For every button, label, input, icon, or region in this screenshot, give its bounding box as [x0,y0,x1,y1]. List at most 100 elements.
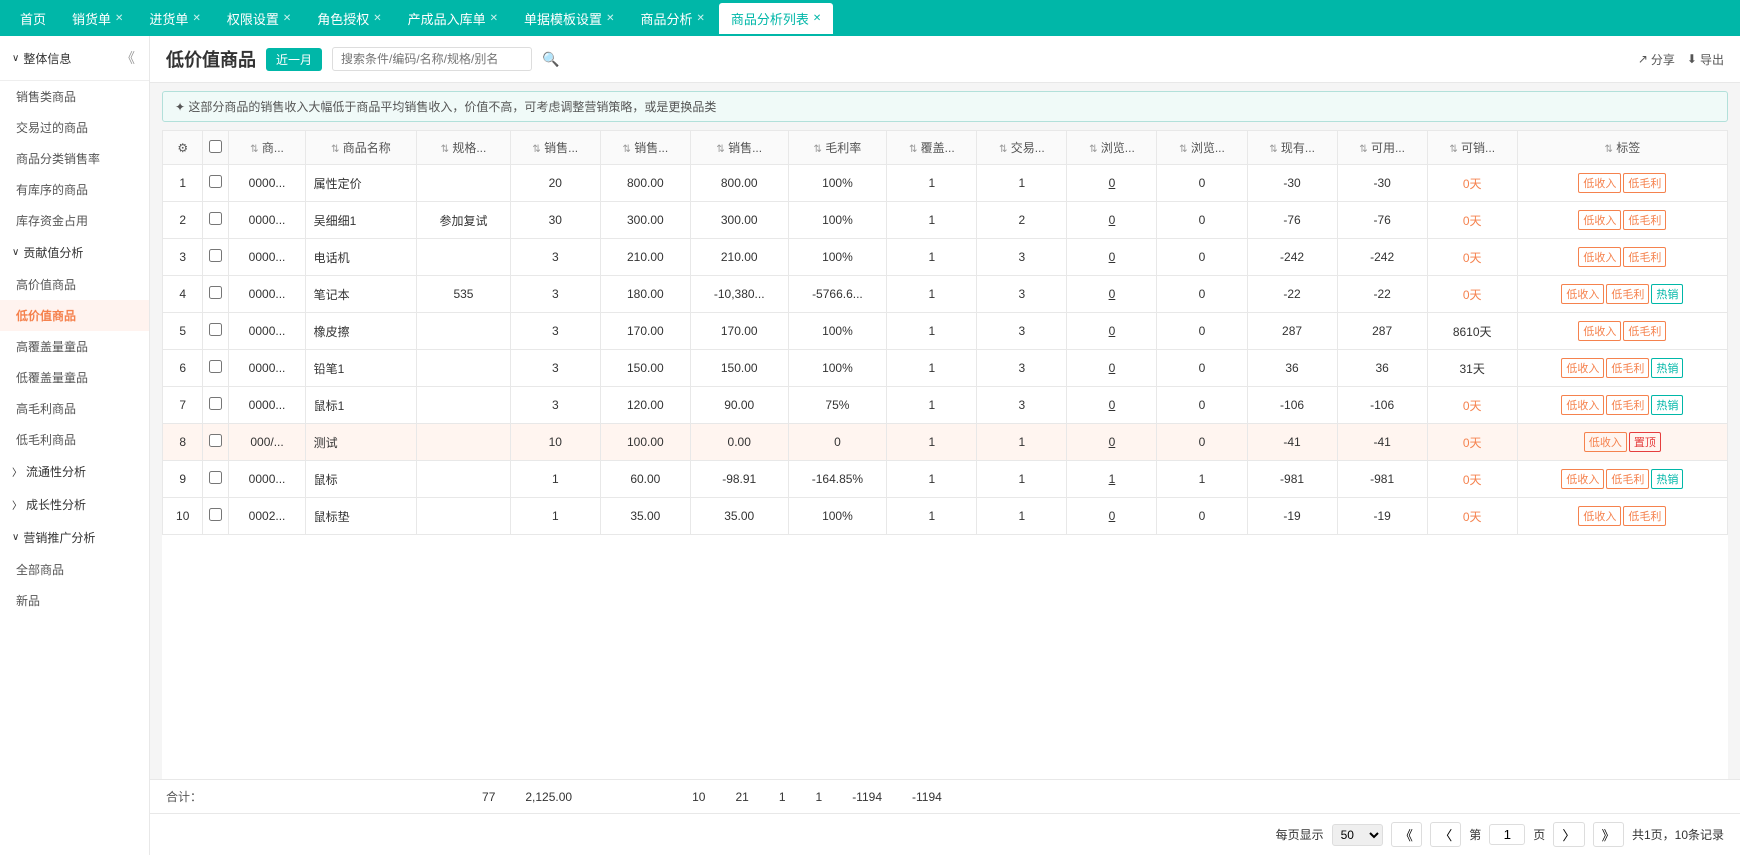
row-checkbox[interactable] [209,212,222,225]
product-name[interactable]: 笔记本 [305,276,417,313]
close-icon[interactable]: ✕ [373,13,381,24]
product-name[interactable]: 测试 [305,424,417,461]
views1[interactable]: 0 [1067,424,1157,461]
sidebar-section-contribution[interactable]: ∨ 贡献值分析 [0,236,149,269]
sidebar-item-high-coverage[interactable]: 高覆盖量童品 [0,331,149,362]
row-checkbox[interactable] [209,323,222,336]
sidebar-item-low-margin[interactable]: 低毛利商品 [0,424,149,455]
views-link[interactable]: 0 [1109,361,1116,375]
sidebar-item-all-products[interactable]: 全部商品 [0,554,149,585]
collapse-icon[interactable]: 《 [115,42,141,74]
nav-role-auth[interactable]: 角色授权 ✕ [305,3,393,34]
sales-amount-column-header[interactable]: ⇅ 销售... [600,131,690,165]
product-name[interactable]: 铅笔1 [305,350,417,387]
page-size-select[interactable]: 50 100 200 [1332,824,1383,846]
product-name[interactable]: 属性定价 [305,165,417,202]
product-name[interactable]: 鼠标1 [305,387,417,424]
next-page-button[interactable]: 〉 [1553,822,1584,847]
views1[interactable]: 1 [1067,461,1157,498]
sidebar-section-circulation[interactable]: 〉 流通性分析 [0,455,149,488]
row-checkbox-cell[interactable] [203,424,229,461]
sidebar-section-overall[interactable]: ∨ 整体信息 [12,50,71,67]
row-checkbox-cell[interactable] [203,202,229,239]
nav-template-settings[interactable]: 单据模板设置 ✕ [512,3,626,34]
views1[interactable]: 0 [1067,387,1157,424]
row-checkbox[interactable] [209,397,222,410]
row-checkbox[interactable] [209,360,222,373]
row-checkbox[interactable] [209,175,222,188]
product-name[interactable]: 橡皮擦 [305,313,417,350]
views1[interactable]: 0 [1067,313,1157,350]
sidebar-item-high-margin[interactable]: 高毛利商品 [0,393,149,424]
views1[interactable]: 0 [1067,498,1157,535]
row-checkbox[interactable] [209,249,222,262]
export-button[interactable]: ⬇ 导出 [1687,51,1724,68]
select-all-checkbox[interactable] [209,140,222,153]
row-checkbox-cell[interactable] [203,239,229,276]
views1[interactable]: 0 [1067,350,1157,387]
available-column-header[interactable]: ⇅ 可用... [1337,131,1427,165]
nav-permission-settings[interactable]: 权限设置 ✕ [215,3,303,34]
nav-product-analysis[interactable]: 商品分析 ✕ [628,3,716,34]
views-link[interactable]: 1 [1109,472,1116,486]
search-icon[interactable]: 🔍 [542,51,559,68]
sidebar-item-high-value[interactable]: 高价值商品 [0,269,149,300]
data-table-container[interactable]: ⚙ ⇅ 商... ⇅ 商品名称 ⇅ 规格... ⇅ 销售... ⇅ 销售... … [162,130,1728,779]
close-icon[interactable]: ✕ [283,13,291,24]
row-checkbox-cell[interactable] [203,165,229,202]
sidebar-item-sales-products[interactable]: 销售类商品 [0,81,149,112]
sales-cost-column-header[interactable]: ⇅ 销售... [690,131,788,165]
row-checkbox-cell[interactable] [203,461,229,498]
views-link[interactable]: 0 [1109,398,1116,412]
close-icon[interactable]: ✕ [490,13,498,24]
views-link[interactable]: 0 [1109,287,1116,301]
sidebar-item-new-products[interactable]: 新品 [0,585,149,616]
row-checkbox-cell[interactable] [203,498,229,535]
nav-product-analysis-list[interactable]: 商品分析列表 ✕ [719,3,833,34]
sidebar-item-category-sales-rate[interactable]: 商品分类销售率 [0,143,149,174]
code-column-header[interactable]: ⇅ 商... [229,131,305,165]
row-checkbox[interactable] [209,508,222,521]
product-name[interactable]: 吴细细1 [305,202,417,239]
product-name[interactable]: 鼠标 [305,461,417,498]
row-checkbox[interactable] [209,471,222,484]
views1[interactable]: 0 [1067,202,1157,239]
nav-product-inbound[interactable]: 产成品入库单 ✕ [396,3,510,34]
views2-column-header[interactable]: ⇅ 浏览... [1157,131,1247,165]
views1[interactable]: 0 [1067,239,1157,276]
sellable-column-header[interactable]: ⇅ 可销... [1427,131,1517,165]
sidebar-item-low-coverage[interactable]: 低覆盖量童品 [0,362,149,393]
views1-column-header[interactable]: ⇅ 浏览... [1067,131,1157,165]
row-checkbox-cell[interactable] [203,313,229,350]
filter-period-button[interactable]: 近一月 [266,48,322,71]
checkbox-all-header[interactable] [203,131,229,165]
first-page-button[interactable]: 《 [1391,822,1422,847]
nav-purchase-order[interactable]: 进货单 ✕ [137,3,212,34]
sidebar-item-low-value[interactable]: 低价值商品 [0,300,149,331]
sidebar-item-inventory-products[interactable]: 有库序的商品 [0,174,149,205]
coverage-column-header[interactable]: ⇅ 覆盖... [887,131,977,165]
page-number-input[interactable] [1489,824,1525,845]
views-link[interactable]: 0 [1109,435,1116,449]
close-icon[interactable]: ✕ [696,13,704,24]
row-checkbox[interactable] [209,434,222,447]
product-name[interactable]: 电话机 [305,239,417,276]
gross-margin-column-header[interactable]: ⇅ 毛利率 [788,131,887,165]
views-link[interactable]: 0 [1109,509,1116,523]
views-link[interactable]: 0 [1109,213,1116,227]
sidebar-item-inventory-capital[interactable]: 库存资金占用 [0,205,149,236]
sales-qty-column-header[interactable]: ⇅ 销售... [510,131,600,165]
views-link[interactable]: 0 [1109,324,1116,338]
close-icon[interactable]: ✕ [606,13,614,24]
transaction-column-header[interactable]: ⇅ 交易... [977,131,1067,165]
prev-page-button[interactable]: 〈 [1430,822,1461,847]
last-page-button[interactable]: 》 [1593,822,1624,847]
spec-column-header[interactable]: ⇅ 规格... [417,131,511,165]
views1[interactable]: 0 [1067,276,1157,313]
sidebar-item-traded-products[interactable]: 交易过的商品 [0,112,149,143]
nav-sales-order[interactable]: 销货单 ✕ [60,3,135,34]
sidebar-section-growth[interactable]: 〉 成长性分析 [0,488,149,521]
nav-home[interactable]: 首页 [8,3,58,34]
views-link[interactable]: 0 [1109,250,1116,264]
current-column-header[interactable]: ⇅ 现有... [1247,131,1337,165]
